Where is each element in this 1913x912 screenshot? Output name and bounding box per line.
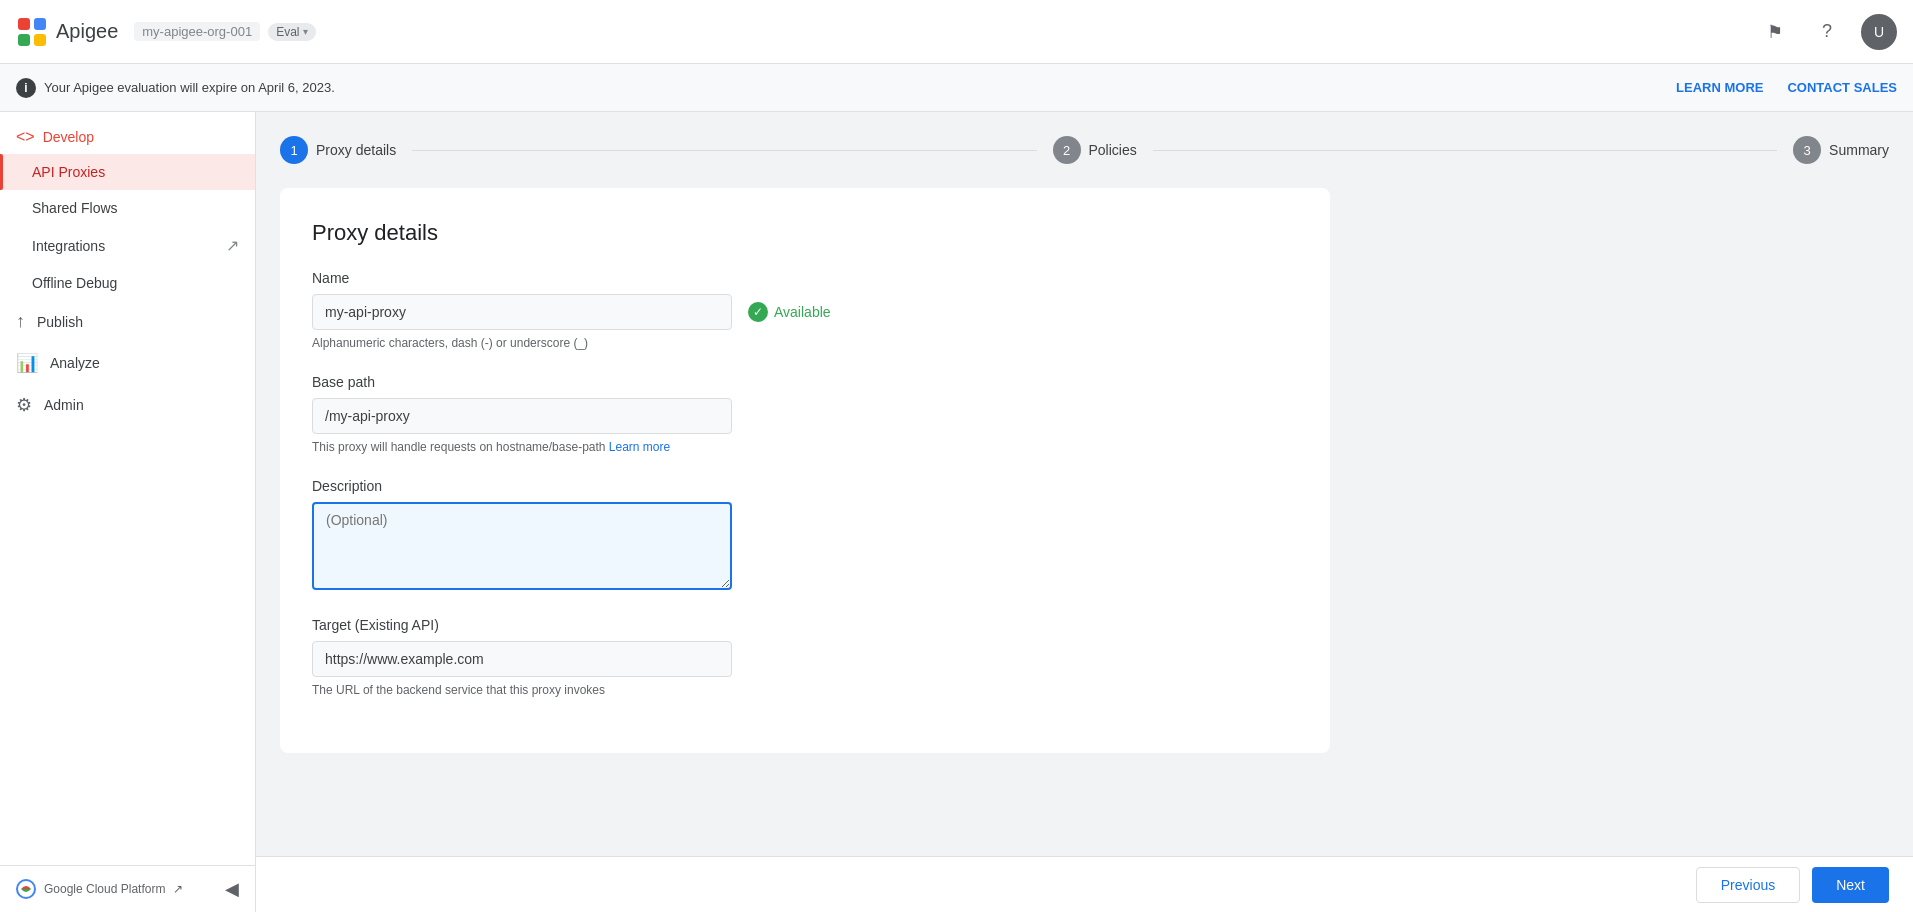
basepath-hint: This proxy will handle requests on hostn… <box>312 440 1298 454</box>
external-link-icon: ↗ <box>226 236 239 255</box>
description-label: Description <box>312 478 1298 494</box>
sidebar-item-publish[interactable]: ↑ Publish <box>0 301 255 342</box>
sidebar-item-label: API Proxies <box>32 164 105 180</box>
step-2-label: Policies <box>1089 142 1137 158</box>
banner-message: Your Apigee evaluation will expire on Ap… <box>44 80 335 95</box>
sidebar-item-api-proxies[interactable]: API Proxies <box>0 154 255 190</box>
basepath-field-group: Base path This proxy will handle request… <box>312 374 1298 454</box>
org-name: my-apigee-org-001 <box>134 22 260 41</box>
step-connector-2 <box>1153 150 1777 151</box>
banner-info-icon: i <box>16 78 36 98</box>
develop-code-icon: <> <box>16 128 35 146</box>
step-1-label: Proxy details <box>316 142 396 158</box>
step-connector-1 <box>412 150 1036 151</box>
gcp-external-icon: ↗ <box>173 882 183 896</box>
admin-icon: ⚙ <box>16 394 32 416</box>
description-textarea[interactable] <box>312 502 732 590</box>
target-hint: The URL of the backend service that this… <box>312 683 1298 697</box>
analyze-icon: 📊 <box>16 352 38 374</box>
step-2-circle: 2 <box>1053 136 1081 164</box>
basepath-input[interactable] <box>312 398 732 434</box>
eval-badge[interactable]: Eval ▾ <box>268 23 316 41</box>
svg-rect-0 <box>18 18 30 30</box>
sidebar-nav: <> Develop API Proxies Shared Flows Inte… <box>0 112 255 865</box>
step-1-circle: 1 <box>280 136 308 164</box>
name-hint: Alphanumeric characters, dash (-) or und… <box>312 336 1298 350</box>
proxy-details-title: Proxy details <box>312 220 1298 246</box>
sidebar: <> Develop API Proxies Shared Flows Inte… <box>0 112 256 912</box>
app-name: Apigee <box>56 20 118 43</box>
sidebar-item-integrations[interactable]: Integrations ↗ <box>0 226 255 265</box>
target-label: Target (Existing API) <box>312 617 1298 633</box>
eval-dropdown-icon: ▾ <box>303 26 308 37</box>
sidebar-item-label: Integrations <box>32 238 105 254</box>
proxy-details-card: Proxy details Name ✓ Available Alphanume… <box>280 188 1330 753</box>
main-content: 1 Proxy details 2 Policies 3 Summary Pro… <box>256 112 1913 912</box>
svg-rect-1 <box>34 18 46 30</box>
sidebar-develop-header[interactable]: <> Develop <box>0 120 255 154</box>
learn-more-link[interactable]: LEARN MORE <box>1676 80 1763 95</box>
notifications-button[interactable]: ⚑ <box>1757 14 1793 50</box>
sidebar-item-analyze[interactable]: 📊 Analyze <box>0 342 255 384</box>
collapse-icon: ◀ <box>225 878 239 900</box>
basepath-label: Base path <box>312 374 1298 390</box>
basepath-learn-more-link[interactable]: Learn more <box>609 440 670 454</box>
sidebar-item-admin[interactable]: ⚙ Admin <box>0 384 255 426</box>
sidebar-footer: Google Cloud Platform ↗ ◀ <box>0 865 255 912</box>
step-2: 2 Policies <box>1053 136 1137 164</box>
sidebar-collapse-button[interactable]: ◀ <box>225 878 239 900</box>
bottom-navigation: Previous Next <box>256 856 1913 912</box>
notifications-icon: ⚑ <box>1767 21 1783 43</box>
previous-button[interactable]: Previous <box>1696 867 1800 903</box>
name-label: Name <box>312 270 1298 286</box>
next-button[interactable]: Next <box>1812 867 1889 903</box>
available-badge: ✓ Available <box>748 302 831 322</box>
step-1: 1 Proxy details <box>280 136 396 164</box>
banner-links: LEARN MORE CONTACT SALES <box>1676 80 1897 95</box>
help-icon: ? <box>1822 21 1832 42</box>
evaluation-banner: i Your Apigee evaluation will expire on … <box>0 64 1913 112</box>
stepper: 1 Proxy details 2 Policies 3 Summary <box>280 136 1889 164</box>
svg-rect-3 <box>34 34 46 46</box>
sidebar-item-offline-debug[interactable]: Offline Debug <box>0 265 255 301</box>
svg-rect-2 <box>18 34 30 46</box>
description-field-group: Description <box>312 478 1298 593</box>
help-button[interactable]: ? <box>1809 14 1845 50</box>
step-3: 3 Summary <box>1793 136 1889 164</box>
available-check-icon: ✓ <box>748 302 768 322</box>
header-logo: Apigee <box>16 16 118 48</box>
name-input-row: ✓ Available <box>312 294 1298 330</box>
target-input[interactable] <box>312 641 732 677</box>
step-3-circle: 3 <box>1793 136 1821 164</box>
name-field-group: Name ✓ Available Alphanumeric characters… <box>312 270 1298 350</box>
step-3-label: Summary <box>1829 142 1889 158</box>
publish-icon: ↑ <box>16 311 25 332</box>
sidebar-item-label: Offline Debug <box>32 275 117 291</box>
name-input[interactable] <box>312 294 732 330</box>
avatar[interactable]: U <box>1861 14 1897 50</box>
contact-sales-link[interactable]: CONTACT SALES <box>1787 80 1897 95</box>
target-field-group: Target (Existing API) The URL of the bac… <box>312 617 1298 697</box>
gcp-icon <box>16 879 36 899</box>
apigee-logo-icon <box>16 16 48 48</box>
sidebar-item-shared-flows[interactable]: Shared Flows <box>0 190 255 226</box>
header-actions: ⚑ ? U <box>1757 14 1897 50</box>
sidebar-item-label: Shared Flows <box>32 200 118 216</box>
top-header: Apigee my-apigee-org-001 Eval ▾ ⚑ ? U <box>0 0 1913 64</box>
gcp-logo[interactable]: Google Cloud Platform ↗ <box>16 879 183 899</box>
